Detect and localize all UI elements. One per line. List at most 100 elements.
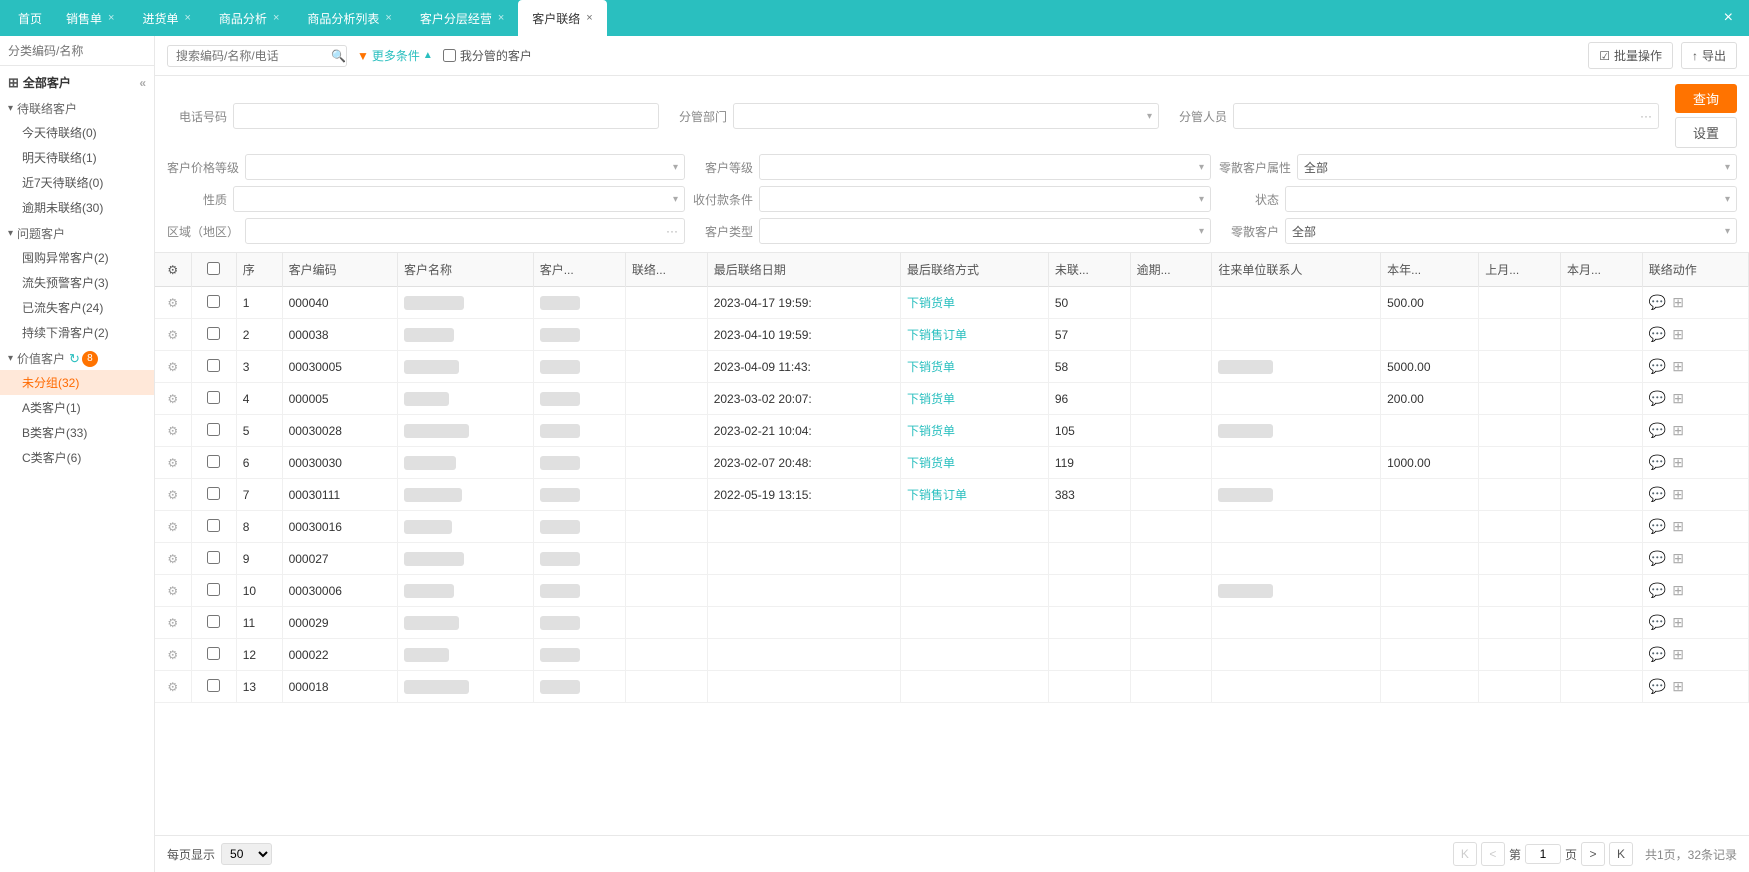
person-select[interactable]: ··· <box>1233 103 1659 129</box>
row-checkbox-cell[interactable] <box>191 287 236 319</box>
row-checkbox-cell[interactable] <box>191 511 236 543</box>
retail-select[interactable]: 全部▾ <box>1285 218 1737 244</box>
row-checkbox-cell[interactable] <box>191 543 236 575</box>
grid-action-icon[interactable]: ⊞ <box>1672 678 1684 695</box>
row-last-way[interactable]: 下销货单 <box>900 447 1048 479</box>
col-last-date[interactable]: 最后联络日期 <box>707 253 900 287</box>
sidebar-item-ungroup[interactable]: 未分组(32) <box>0 370 154 395</box>
row-checkbox[interactable] <box>207 519 220 532</box>
batch-op-button[interactable]: ☑ 批量操作 <box>1588 42 1673 69</box>
last-way-link[interactable]: 下销货单 <box>907 360 955 374</box>
row-last-way[interactable]: 下销售订单 <box>900 319 1048 351</box>
row-checkbox-cell[interactable] <box>191 575 236 607</box>
sidebar-item-7days[interactable]: 近7天待联络(0) <box>0 170 154 195</box>
last-way-link[interactable]: 下销售订单 <box>907 328 967 342</box>
sidebar-all-customers[interactable]: ⊞ 全部客户 « <box>0 66 154 95</box>
my-customers-check[interactable] <box>443 49 456 62</box>
reset-button[interactable]: 设置 <box>1675 117 1737 148</box>
row-checkbox-cell[interactable] <box>191 671 236 703</box>
grid-action-icon[interactable]: ⊞ <box>1672 486 1684 503</box>
tab-sales[interactable]: 销售单 × <box>52 0 128 36</box>
row-checkbox[interactable] <box>207 455 220 468</box>
page-number-input[interactable] <box>1525 844 1561 864</box>
sidebar-item-class-a[interactable]: A类客户(1) <box>0 395 154 420</box>
price-level-select[interactable]: ▾ <box>245 154 685 180</box>
col-code[interactable]: 客户编码 <box>282 253 397 287</box>
row-checkbox[interactable] <box>207 551 220 564</box>
sidebar-item-hoarding[interactable]: 囤购异常客户(2) <box>0 245 154 270</box>
col-overdue[interactable]: 逾期... <box>1130 253 1212 287</box>
next-page-button[interactable]: > <box>1581 842 1605 866</box>
sidebar-search-input[interactable] <box>8 44 155 58</box>
col-contact[interactable]: 联络... <box>625 253 707 287</box>
chat-icon[interactable]: 💬 <box>1649 518 1666 535</box>
sidebar-collapse-icon[interactable]: « <box>139 76 146 90</box>
chat-icon[interactable]: 💬 <box>1649 486 1666 503</box>
grid-action-icon[interactable]: ⊞ <box>1672 326 1684 343</box>
sidebar-section-pending[interactable]: ▾ 待联络客户 <box>0 95 154 120</box>
grid-action-icon[interactable]: ⊞ <box>1672 294 1684 311</box>
status-select[interactable]: ▾ <box>1285 186 1737 212</box>
chat-icon[interactable]: 💬 <box>1649 390 1666 407</box>
first-page-button[interactable]: K <box>1453 842 1477 866</box>
row-checkbox-cell[interactable] <box>191 415 236 447</box>
area-select[interactable]: ··· <box>245 218 685 244</box>
tab-customer-segment[interactable]: 客户分层经营 × <box>406 0 518 36</box>
last-way-link[interactable]: 下销货单 <box>907 296 955 310</box>
chat-icon[interactable]: 💬 <box>1649 550 1666 567</box>
sidebar-search-box[interactable]: 🔍 <box>0 36 154 66</box>
refresh-icon[interactable]: ↻ <box>69 351 80 367</box>
filter-search-input[interactable] <box>176 49 331 63</box>
row-checkbox[interactable] <box>207 583 220 596</box>
row-checkbox-cell[interactable] <box>191 351 236 383</box>
last-way-link[interactable]: 下销货单 <box>907 392 955 406</box>
row-checkbox-cell[interactable] <box>191 383 236 415</box>
sidebar-item-class-b[interactable]: B类客户(33) <box>0 420 154 445</box>
prev-page-button[interactable]: < <box>1481 842 1505 866</box>
grid-action-icon[interactable]: ⊞ <box>1672 550 1684 567</box>
row-checkbox[interactable] <box>207 487 220 500</box>
tab-analysis[interactable]: 商品分析 × <box>205 0 293 36</box>
cust-type-select[interactable]: ▾ <box>759 218 1211 244</box>
grid-action-icon[interactable]: ⊞ <box>1672 358 1684 375</box>
sidebar-item-churn-warning[interactable]: 流失预警客户(3) <box>0 270 154 295</box>
row-last-way[interactable] <box>900 511 1048 543</box>
last-way-link[interactable]: 下销售订单 <box>907 488 967 502</box>
col-this-year[interactable]: 本年... <box>1381 253 1479 287</box>
chat-icon[interactable]: 💬 <box>1649 678 1666 695</box>
last-way-link[interactable]: 下销货单 <box>907 456 955 470</box>
col-last-way[interactable]: 最后联络方式 <box>900 253 1048 287</box>
global-close-button[interactable]: × <box>1716 9 1741 27</box>
col-uncontact[interactable]: 未联... <box>1048 253 1130 287</box>
select-all-header[interactable] <box>191 253 236 287</box>
grid-action-icon[interactable]: ⊞ <box>1672 422 1684 439</box>
tab-purchase-close[interactable]: × <box>184 12 190 24</box>
row-checkbox[interactable] <box>207 295 220 308</box>
filter-search-box[interactable]: 🔍 <box>167 45 347 67</box>
row-last-way[interactable] <box>900 575 1048 607</box>
phone-input[interactable] <box>233 103 659 129</box>
more-conditions-btn[interactable]: ▼ 更多条件 ▲ <box>357 47 433 64</box>
tab-home[interactable]: 首页 <box>8 0 52 36</box>
sidebar-section-problem[interactable]: ▾ 问题客户 <box>0 220 154 245</box>
tab-analysis-list[interactable]: 商品分析列表 × <box>293 0 405 36</box>
cust-level-select[interactable]: ▾ <box>759 154 1211 180</box>
grid-action-icon[interactable]: ⊞ <box>1672 454 1684 471</box>
tab-analysis-list-close[interactable]: × <box>385 12 391 24</box>
chat-icon[interactable]: 💬 <box>1649 614 1666 631</box>
grid-action-icon[interactable]: ⊞ <box>1672 582 1684 599</box>
last-way-link[interactable]: 下销货单 <box>907 424 955 438</box>
row-last-way[interactable] <box>900 543 1048 575</box>
last-page-button[interactable]: K <box>1609 842 1633 866</box>
chat-icon[interactable]: 💬 <box>1649 454 1666 471</box>
sidebar-item-class-c[interactable]: C类客户(6) <box>0 445 154 470</box>
row-checkbox[interactable] <box>207 327 220 340</box>
retail-attr-select[interactable]: 全部▾ <box>1297 154 1737 180</box>
row-last-way[interactable] <box>900 607 1048 639</box>
row-checkbox[interactable] <box>207 647 220 660</box>
chat-icon[interactable]: 💬 <box>1649 646 1666 663</box>
row-last-way[interactable]: 下销货单 <box>900 287 1048 319</box>
grid-action-icon[interactable]: ⊞ <box>1672 518 1684 535</box>
sidebar-item-declining[interactable]: 持续下滑客户(2) <box>0 320 154 345</box>
row-checkbox-cell[interactable] <box>191 447 236 479</box>
